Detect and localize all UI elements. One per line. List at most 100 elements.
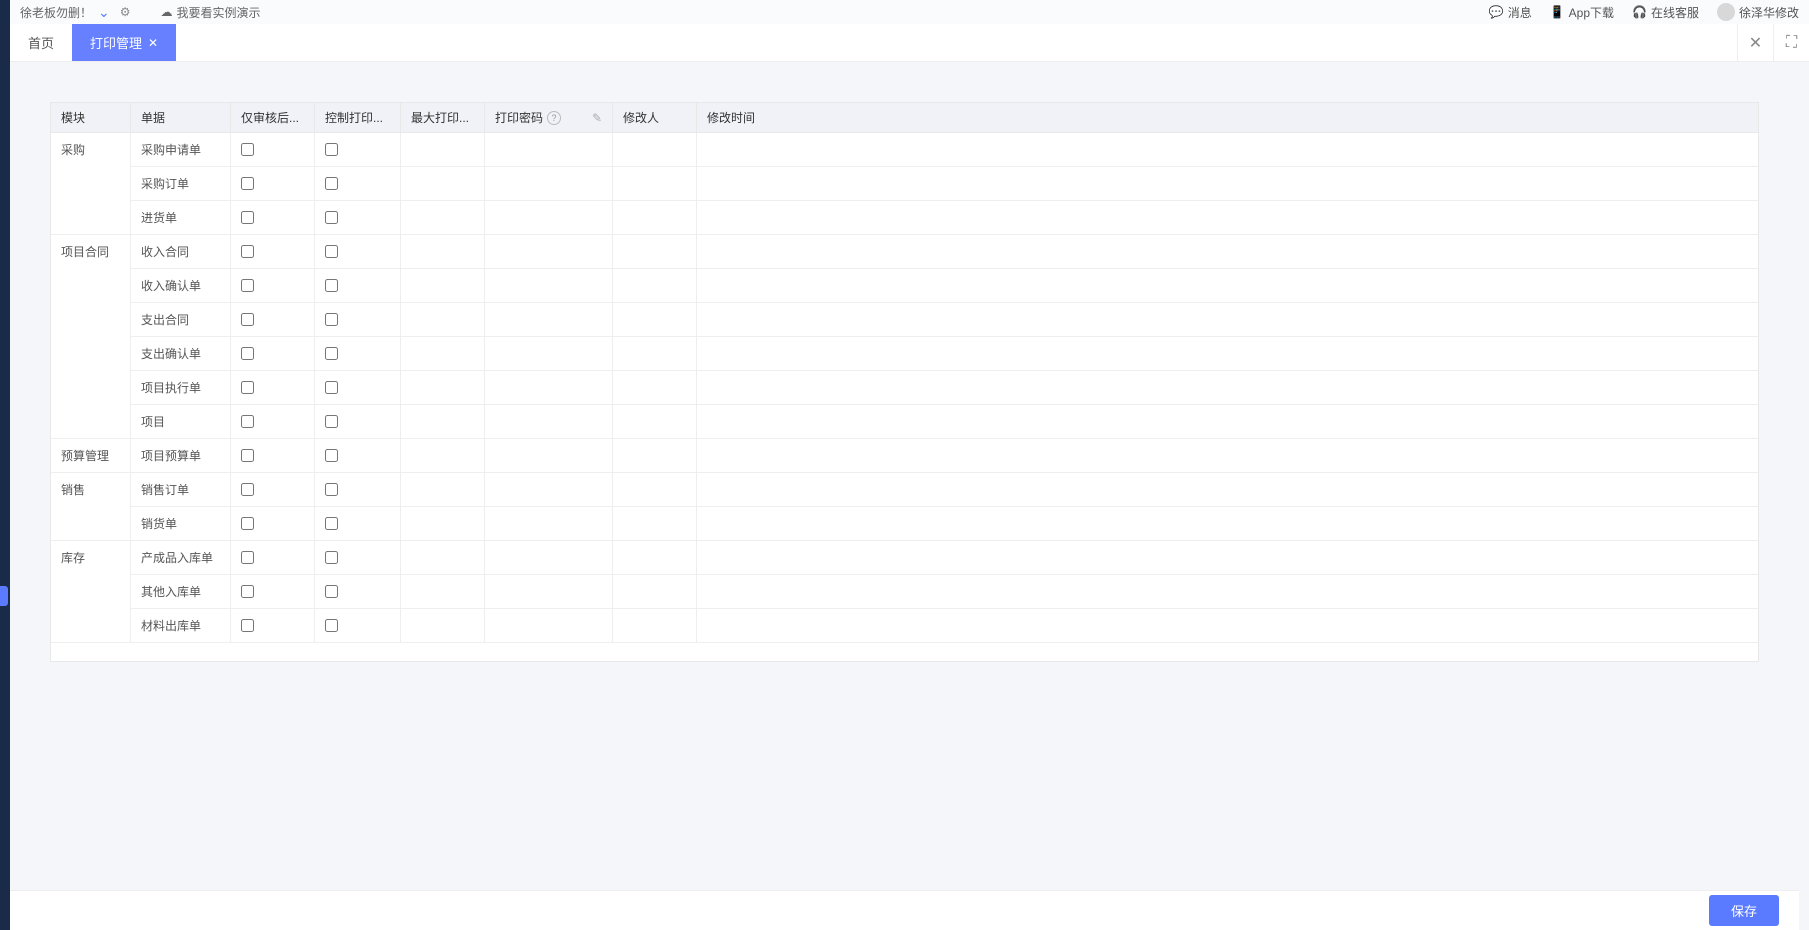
cell-audit [231, 303, 315, 337]
cell-modifier [613, 609, 697, 643]
cell-modifier [613, 167, 697, 201]
cell-password [485, 405, 613, 439]
cell-audit [231, 507, 315, 541]
tab-home[interactable]: 首页 [10, 24, 72, 61]
cell-module [51, 269, 131, 303]
cell-time [697, 405, 1758, 439]
sidebar-active-indicator [0, 586, 8, 606]
cell-time [697, 473, 1758, 507]
app-download-link[interactable]: 📱 App下载 [1550, 4, 1614, 21]
demo-link[interactable]: ☁ 我要看实例演示 [161, 4, 261, 21]
cell-audit [231, 575, 315, 609]
control-checkbox[interactable] [325, 143, 338, 156]
cell-module [51, 575, 131, 609]
cell-module: 预算管理 [51, 439, 131, 473]
cell-audit [231, 609, 315, 643]
table-body: 采购采购申请单采购订单进货单项目合同收入合同收入确认单支出合同支出确认单项目执行… [51, 133, 1758, 661]
control-checkbox[interactable] [325, 177, 338, 190]
avatar [1717, 3, 1735, 21]
control-checkbox[interactable] [325, 347, 338, 360]
fullscreen-toggle[interactable]: ⛶ [1773, 24, 1809, 61]
support-link[interactable]: 🎧 在线客服 [1632, 4, 1699, 21]
org-selector[interactable]: 徐老板勿删！ ⌄ [20, 4, 110, 21]
cell-time [697, 337, 1758, 371]
cell-modifier [613, 507, 697, 541]
audit-checkbox[interactable] [241, 517, 254, 530]
control-checkbox[interactable] [325, 551, 338, 564]
control-checkbox[interactable] [325, 381, 338, 394]
header-doc: 单据 [131, 103, 231, 132]
cell-doc: 材料出库单 [131, 609, 231, 643]
control-checkbox[interactable] [325, 279, 338, 292]
cell-control [315, 167, 401, 201]
cell-doc: 项目预算单 [131, 439, 231, 473]
cell-control [315, 269, 401, 303]
control-checkbox[interactable] [325, 517, 338, 530]
header-password-label: 打印密码 [495, 109, 543, 126]
control-checkbox[interactable] [325, 585, 338, 598]
cell-password [485, 473, 613, 507]
app-label: App下载 [1569, 4, 1614, 21]
table-row: 进货单 [51, 201, 1758, 235]
tab-print-manage[interactable]: 打印管理 ✕ [72, 24, 176, 61]
audit-checkbox[interactable] [241, 177, 254, 190]
cell-control [315, 201, 401, 235]
table-row: 项目合同收入合同 [51, 235, 1758, 269]
audit-checkbox[interactable] [241, 211, 254, 224]
cell-doc: 产成品入库单 [131, 541, 231, 575]
control-checkbox[interactable] [325, 483, 338, 496]
user-menu[interactable]: 徐泽华修改 [1717, 3, 1799, 21]
control-checkbox[interactable] [325, 619, 338, 632]
header-modifier: 修改人 [613, 103, 697, 132]
cell-control [315, 609, 401, 643]
cell-module [51, 405, 131, 439]
audit-checkbox[interactable] [241, 415, 254, 428]
tab-bar: 首页 打印管理 ✕ ✕ ⛶ [10, 24, 1809, 62]
cell-max [401, 337, 485, 371]
audit-checkbox[interactable] [241, 619, 254, 632]
close-all-tabs[interactable]: ✕ [1737, 24, 1773, 61]
tab-home-label: 首页 [28, 33, 54, 52]
audit-checkbox[interactable] [241, 279, 254, 292]
cell-control [315, 507, 401, 541]
close-icon[interactable]: ✕ [148, 36, 158, 50]
audit-checkbox[interactable] [241, 313, 254, 326]
audit-checkbox[interactable] [241, 245, 254, 258]
audit-checkbox[interactable] [241, 143, 254, 156]
gear-icon[interactable]: ⚙ [120, 5, 131, 19]
cell-password [485, 371, 613, 405]
cell-doc: 采购订单 [131, 167, 231, 201]
control-checkbox[interactable] [325, 415, 338, 428]
table-row: 预算管理项目预算单 [51, 439, 1758, 473]
cell-modifier [613, 371, 697, 405]
message-icon: 💬 [1489, 5, 1504, 19]
cell-password [485, 167, 613, 201]
cell-password [485, 133, 613, 167]
cell-time [697, 269, 1758, 303]
audit-checkbox[interactable] [241, 381, 254, 394]
edit-icon[interactable]: ✎ [592, 111, 602, 125]
audit-checkbox[interactable] [241, 585, 254, 598]
control-checkbox[interactable] [325, 313, 338, 326]
org-name: 徐老板勿删！ [20, 4, 92, 21]
phone-icon: 📱 [1550, 5, 1565, 19]
messages-link[interactable]: 💬 消息 [1489, 4, 1532, 21]
control-checkbox[interactable] [325, 245, 338, 258]
audit-checkbox[interactable] [241, 483, 254, 496]
cell-password [485, 235, 613, 269]
cell-password [485, 439, 613, 473]
save-button[interactable]: 保存 [1709, 895, 1779, 926]
audit-checkbox[interactable] [241, 449, 254, 462]
cell-audit [231, 337, 315, 371]
audit-checkbox[interactable] [241, 347, 254, 360]
headset-icon: 🎧 [1632, 5, 1647, 19]
cell-password [485, 337, 613, 371]
cell-module [51, 609, 131, 643]
control-checkbox[interactable] [325, 211, 338, 224]
control-checkbox[interactable] [325, 449, 338, 462]
cell-audit [231, 405, 315, 439]
cell-doc: 销售订单 [131, 473, 231, 507]
help-icon[interactable]: ? [547, 111, 561, 125]
table-row: 销售销售订单 [51, 473, 1758, 507]
audit-checkbox[interactable] [241, 551, 254, 564]
